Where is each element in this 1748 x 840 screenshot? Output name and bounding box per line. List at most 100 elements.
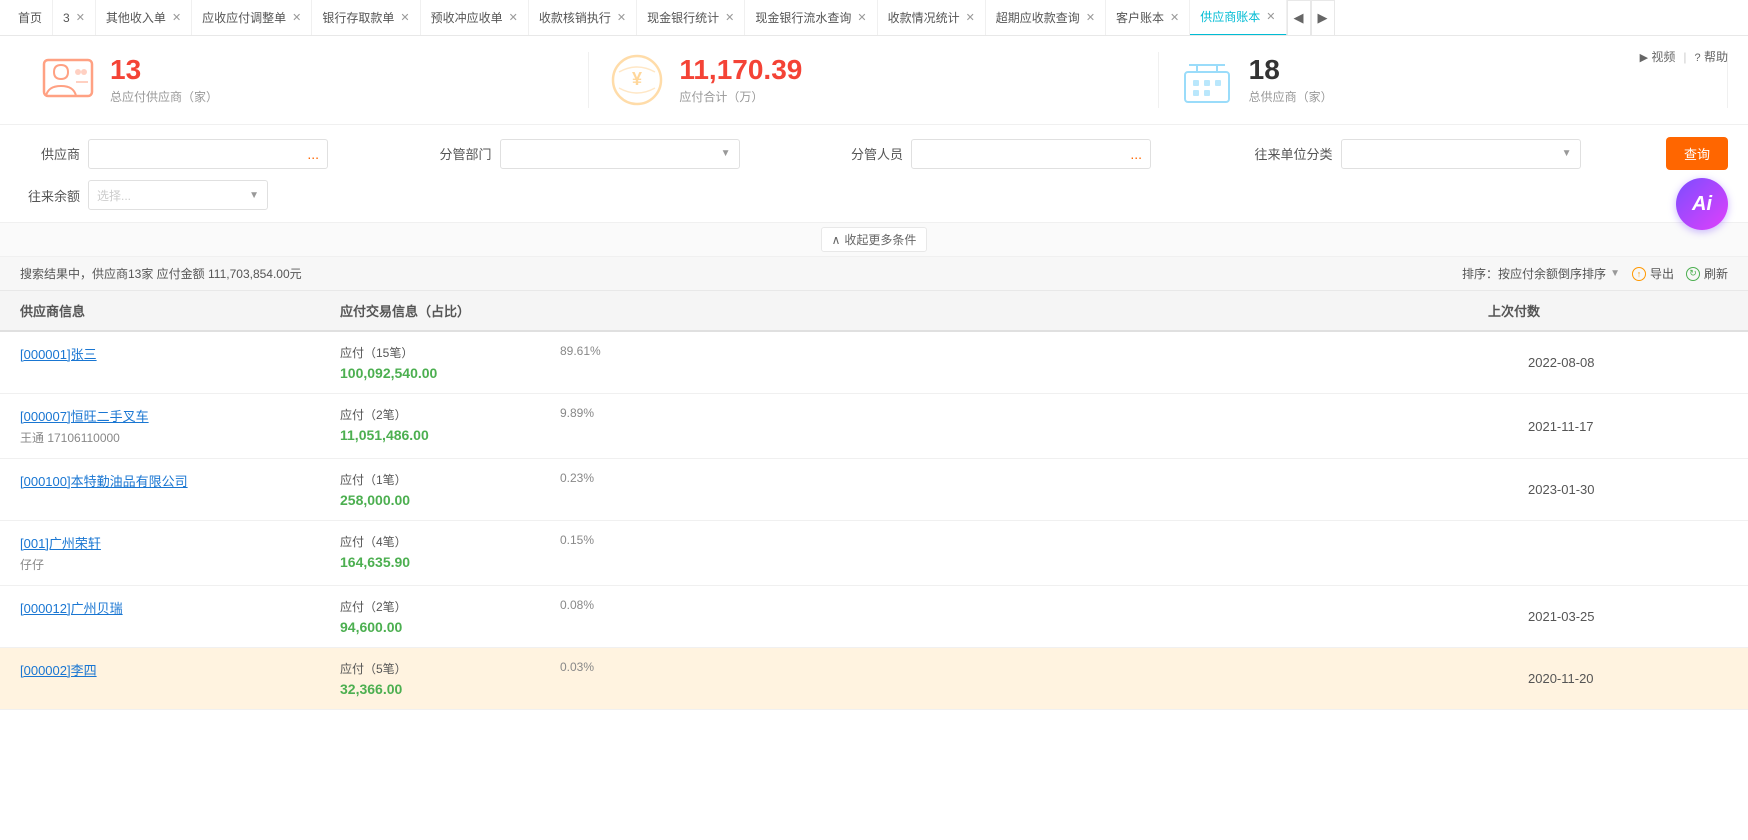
balance-filter-label: 往来余额 [20, 186, 80, 205]
close-icon[interactable]: ✕ [1086, 11, 1095, 24]
tx-amount[interactable]: 11,051,486.00 [340, 427, 429, 443]
table-row: [000012]广州贝瑞 应付（2笔） 94,600.00 0.08% 2021… [0, 586, 1748, 648]
sort-select[interactable]: 排序：按应付余额倒序排序 ▼ [1462, 265, 1620, 282]
supplier-filter-label: 供应商 [20, 144, 80, 163]
nav-tab-customer-account[interactable]: 客户账本 ✕ [1106, 0, 1190, 36]
nav-tab-cash-bank-flow[interactable]: 现金银行流水查询 ✕ [745, 0, 877, 36]
refresh-button[interactable]: ↻ 刷新 [1686, 265, 1728, 282]
nav-tab-collect-audit[interactable]: 收款核销执行 ✕ [529, 0, 637, 36]
tx-amount[interactable]: 94,600.00 [340, 619, 402, 635]
nav-tab-home[interactable]: 首页 [8, 0, 53, 36]
transaction-info: 应付（2笔） 11,051,486.00 9.89% [340, 406, 1528, 446]
total-suppliers-value: 18 [1249, 56, 1333, 84]
result-bar: 搜索结果中，供应商13家 应付金额 111,703,854.00元 排序：按应付… [0, 257, 1748, 291]
supplier-link[interactable]: [000100]本特勤油品有限公司 [20, 474, 188, 489]
supplier-link[interactable]: [000001]张三 [20, 347, 97, 362]
payable-total-label: 应付合计（万） [679, 88, 802, 105]
supplier-info: [000001]张三 [20, 344, 340, 381]
close-icon[interactable]: ✕ [509, 11, 518, 24]
nav-tab-cash-bank-stat[interactable]: 现金银行统计 ✕ [637, 0, 745, 36]
dept-select[interactable]: ▼ [500, 139, 740, 169]
nav-tab-ar-adjust[interactable]: 应收应付调整单 ✕ [192, 0, 312, 36]
supplier-ellipsis: ... [307, 146, 319, 162]
transaction-info: 应付（2笔） 94,600.00 0.08% [340, 598, 1528, 635]
nav-tab-3[interactable]: 3 ✕ [53, 0, 96, 36]
search-button[interactable]: 查询 [1666, 137, 1728, 170]
close-icon[interactable]: ✕ [1170, 11, 1179, 24]
nav-tab-customer-account-label: 客户账本 [1116, 9, 1164, 26]
top-links: ▶ 视频 | ? 帮助 [1640, 48, 1728, 65]
ai-assistant-button[interactable]: Ai [1676, 178, 1728, 230]
sort-label: 排序：按应付余额倒序排序 [1462, 265, 1606, 282]
nav-tab-supplier-account[interactable]: 供应商账本 ✕ [1190, 0, 1286, 36]
supplier-link[interactable]: [001]广州荣轩 [20, 536, 101, 551]
nav-tab-prepay-collect[interactable]: 预收冲应收单 ✕ [421, 0, 529, 36]
supplier-link[interactable]: [000012]广州贝瑞 [20, 601, 123, 616]
supplier-link[interactable]: [000007]恒旺二手叉车 [20, 409, 149, 424]
supplier-link[interactable]: [000002]李四 [20, 663, 97, 678]
close-icon[interactable]: ✕ [857, 11, 866, 24]
close-icon[interactable]: ✕ [292, 11, 301, 24]
summary-card-payable-suppliers: 13 总应付供应商（家） [20, 52, 589, 108]
tx-amount[interactable]: 258,000.00 [340, 492, 410, 508]
tx-percent: 0.15% [560, 533, 594, 547]
person-filter-label: 分管人员 [843, 144, 903, 163]
supplier-select[interactable]: ... [88, 139, 328, 169]
last-pay-date: 2021-11-17 [1528, 406, 1728, 446]
result-summary-text: 搜索结果中，供应商13家 应付金额 111,703,854.00元 [20, 265, 302, 282]
help-link[interactable]: ? 帮助 [1695, 48, 1728, 65]
top-nav: 首页 3 ✕ 其他收入单 ✕ 应收应付调整单 ✕ 银行存取款单 ✕ 预收冲应收单… [0, 0, 1748, 36]
nav-arrow-left[interactable]: ◀ [1287, 0, 1311, 36]
col-header-transaction: 应付交易信息（占比） [340, 301, 1488, 320]
play-icon: ▶ [1640, 52, 1648, 64]
person-select[interactable]: ... [911, 139, 1151, 169]
video-link[interactable]: ▶ 视频 [1640, 48, 1676, 65]
filter-category: 往来单位分类 ▼ [1255, 139, 1651, 169]
nav-arrow-right[interactable]: ▶ [1311, 0, 1335, 36]
total-suppliers-icon [1179, 52, 1235, 108]
collapse-button[interactable]: ∧ 收起更多条件 [821, 227, 928, 252]
supplier-info: [001]广州荣轩 仔仔 [20, 533, 340, 573]
close-icon[interactable]: ✕ [76, 11, 85, 24]
nav-tab-prepay-collect-label: 预收冲应收单 [431, 9, 503, 26]
tx-detail: 应付（5笔） 32,366.00 [340, 660, 540, 697]
balance-placeholder: 选择... [97, 187, 131, 204]
category-select[interactable]: ▼ [1341, 139, 1581, 169]
tx-amount[interactable]: 32,366.00 [340, 681, 402, 697]
last-pay-date [1528, 533, 1728, 573]
tx-percent: 0.23% [560, 471, 594, 485]
payable-suppliers-value: 13 [110, 56, 218, 84]
tx-percent: 89.61% [560, 344, 601, 358]
close-icon[interactable]: ✕ [966, 11, 975, 24]
supplier-payable-icon [40, 52, 96, 108]
nav-tab-bank-deposit-label: 银行存取款单 [322, 9, 394, 26]
question-icon: ? [1695, 52, 1701, 64]
supplier-info: [000007]恒旺二手叉车 王通 17106110000 [20, 406, 340, 446]
last-pay-date: 2020-11-20 [1528, 660, 1728, 697]
category-filter-label: 往来单位分类 [1255, 144, 1333, 163]
last-pay-date: 2022-08-08 [1528, 344, 1728, 381]
filter-balance: 往来余额 选择... ▼ [20, 180, 268, 210]
nav-tab-3-label: 3 [63, 11, 70, 25]
nav-tab-collect-status[interactable]: 收款情况统计 ✕ [878, 0, 986, 36]
supplier-info: [000100]本特勤油品有限公司 [20, 471, 340, 508]
chevron-up-icon: ∧ [832, 233, 841, 247]
export-label: 导出 [1650, 265, 1674, 282]
close-icon[interactable]: ✕ [400, 11, 409, 24]
export-button[interactable]: ↑ 导出 [1632, 265, 1674, 282]
supplier-info: [000002]李四 [20, 660, 340, 697]
close-icon[interactable]: ✕ [1266, 10, 1275, 23]
balance-select[interactable]: 选择... ▼ [88, 180, 268, 210]
close-icon[interactable]: ✕ [172, 11, 181, 24]
payable-suppliers-label: 总应付供应商（家） [110, 88, 218, 105]
tx-amount[interactable]: 100,092,540.00 [340, 365, 437, 381]
nav-tab-bank-deposit[interactable]: 银行存取款单 ✕ [312, 0, 420, 36]
chevron-down-icon: ▼ [721, 148, 731, 159]
table-header: 供应商信息 应付交易信息（占比） 上次付数 [0, 291, 1748, 332]
summary-card-payable-total: ¥ 11,170.39 应付合计（万） [589, 52, 1158, 108]
close-icon[interactable]: ✕ [617, 11, 626, 24]
nav-tab-other-income[interactable]: 其他收入单 ✕ [96, 0, 192, 36]
nav-tab-overdue-collect[interactable]: 超期应收款查询 ✕ [986, 0, 1106, 36]
tx-amount[interactable]: 164,635.90 [340, 554, 410, 570]
close-icon[interactable]: ✕ [725, 11, 734, 24]
